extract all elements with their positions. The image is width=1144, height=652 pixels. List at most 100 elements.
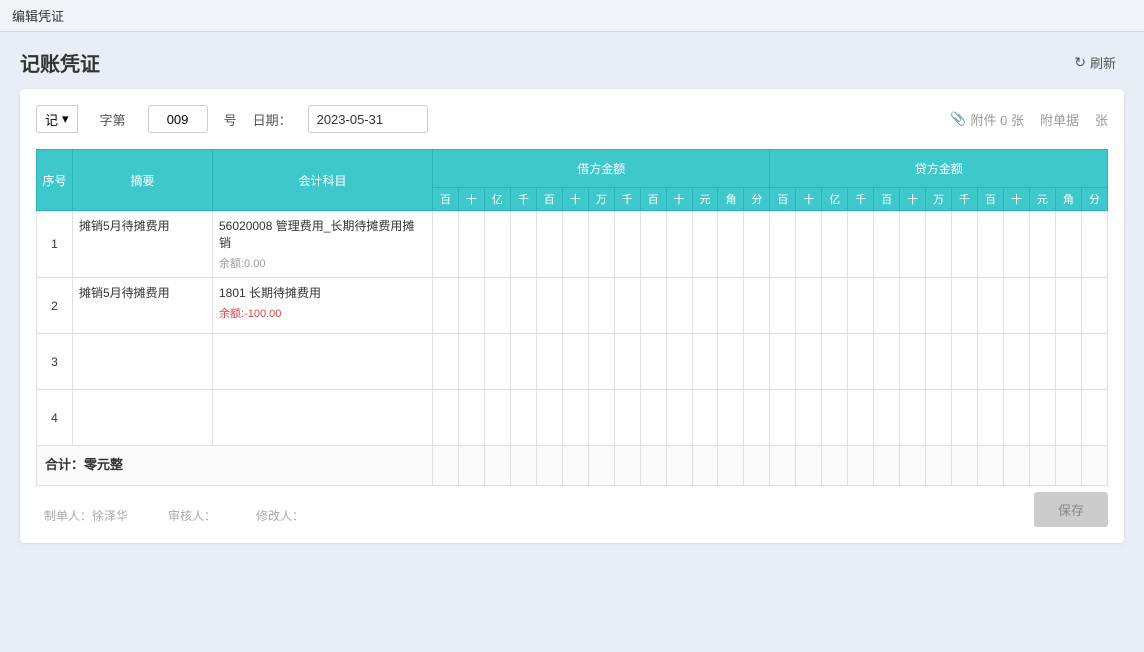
debit-digit-cell[interactable] xyxy=(458,390,484,446)
debit-digit-cell[interactable] xyxy=(562,334,588,390)
debit-digit-cell[interactable] xyxy=(666,390,692,446)
debit-digit-cell[interactable] xyxy=(458,334,484,390)
credit-digit-cell[interactable] xyxy=(874,390,900,446)
credit-digit-cell[interactable] xyxy=(848,334,874,390)
credit-digit-cell[interactable] xyxy=(952,278,978,334)
credit-digit-cell[interactable] xyxy=(770,334,796,390)
debit-digit-cell[interactable] xyxy=(692,278,718,334)
debit-digit-cell[interactable] xyxy=(484,278,510,334)
debit-digit-cell[interactable] xyxy=(562,278,588,334)
debit-digit-cell[interactable] xyxy=(536,390,562,446)
debit-digit-cell[interactable] xyxy=(744,334,770,390)
credit-digit-cell[interactable] xyxy=(796,390,822,446)
credit-digit-cell[interactable] xyxy=(900,334,926,390)
credit-digit-cell[interactable] xyxy=(848,390,874,446)
refresh-button[interactable]: ↻ 刷新 xyxy=(1066,49,1124,76)
debit-digit-cell[interactable] xyxy=(614,390,640,446)
debit-digit-cell[interactable] xyxy=(614,211,640,278)
debit-digit-cell[interactable] xyxy=(718,211,744,278)
debit-digit-cell[interactable] xyxy=(484,390,510,446)
debit-digit-cell[interactable] xyxy=(588,211,614,278)
debit-digit-cell[interactable] xyxy=(484,334,510,390)
credit-digit-cell[interactable] xyxy=(796,334,822,390)
credit-digit-cell[interactable] xyxy=(1055,278,1081,334)
debit-digit-cell[interactable] xyxy=(640,278,666,334)
debit-digit-cell[interactable] xyxy=(562,390,588,446)
credit-digit-cell[interactable] xyxy=(952,334,978,390)
debit-digit-cell[interactable] xyxy=(614,278,640,334)
debit-digit-cell[interactable] xyxy=(510,278,536,334)
credit-digit-cell[interactable] xyxy=(1055,390,1081,446)
voucher-number-input[interactable] xyxy=(148,105,208,133)
debit-digit-cell[interactable] xyxy=(458,211,484,278)
summary-cell[interactable]: 摊销5月待摊费用 xyxy=(73,278,213,334)
debit-digit-cell[interactable] xyxy=(692,390,718,446)
debit-digit-cell[interactable] xyxy=(458,278,484,334)
credit-digit-cell[interactable] xyxy=(848,211,874,278)
credit-digit-cell[interactable] xyxy=(1003,334,1029,390)
credit-digit-cell[interactable] xyxy=(822,211,848,278)
credit-digit-cell[interactable] xyxy=(978,334,1004,390)
debit-digit-cell[interactable] xyxy=(536,334,562,390)
debit-digit-cell[interactable] xyxy=(433,211,459,278)
credit-digit-cell[interactable] xyxy=(822,278,848,334)
debit-digit-cell[interactable] xyxy=(588,278,614,334)
debit-digit-cell[interactable] xyxy=(718,390,744,446)
credit-digit-cell[interactable] xyxy=(1055,211,1081,278)
credit-digit-cell[interactable] xyxy=(796,278,822,334)
debit-digit-cell[interactable] xyxy=(536,278,562,334)
credit-digit-cell[interactable] xyxy=(770,211,796,278)
account-cell[interactable] xyxy=(213,334,433,390)
credit-digit-cell[interactable] xyxy=(796,211,822,278)
debit-digit-cell[interactable] xyxy=(614,334,640,390)
credit-digit-cell[interactable] xyxy=(874,334,900,390)
credit-digit-cell[interactable] xyxy=(952,211,978,278)
credit-digit-cell[interactable] xyxy=(1029,334,1055,390)
debit-digit-cell[interactable] xyxy=(692,334,718,390)
credit-digit-cell[interactable] xyxy=(926,334,952,390)
credit-digit-cell[interactable] xyxy=(1055,334,1081,390)
debit-digit-cell[interactable] xyxy=(588,334,614,390)
credit-digit-cell[interactable] xyxy=(1081,278,1107,334)
debit-digit-cell[interactable] xyxy=(640,390,666,446)
debit-digit-cell[interactable] xyxy=(433,334,459,390)
summary-cell[interactable] xyxy=(73,390,213,446)
credit-digit-cell[interactable] xyxy=(822,390,848,446)
debit-digit-cell[interactable] xyxy=(718,278,744,334)
credit-digit-cell[interactable] xyxy=(848,278,874,334)
debit-digit-cell[interactable] xyxy=(744,211,770,278)
debit-digit-cell[interactable] xyxy=(562,211,588,278)
credit-digit-cell[interactable] xyxy=(900,211,926,278)
debit-digit-cell[interactable] xyxy=(640,334,666,390)
credit-digit-cell[interactable] xyxy=(900,278,926,334)
date-input[interactable] xyxy=(308,105,428,133)
debit-digit-cell[interactable] xyxy=(666,278,692,334)
debit-digit-cell[interactable] xyxy=(666,334,692,390)
credit-digit-cell[interactable] xyxy=(822,334,848,390)
credit-digit-cell[interactable] xyxy=(1029,390,1055,446)
credit-digit-cell[interactable] xyxy=(926,390,952,446)
credit-digit-cell[interactable] xyxy=(770,390,796,446)
account-cell[interactable] xyxy=(213,390,433,446)
debit-digit-cell[interactable] xyxy=(744,390,770,446)
credit-digit-cell[interactable] xyxy=(770,278,796,334)
credit-digit-cell[interactable] xyxy=(978,278,1004,334)
debit-digit-cell[interactable] xyxy=(510,390,536,446)
account-cell[interactable]: 56020008 管理费用_长期待摊费用摊销余额:0.00 xyxy=(213,211,433,278)
credit-digit-cell[interactable] xyxy=(1081,211,1107,278)
credit-digit-cell[interactable] xyxy=(926,211,952,278)
credit-digit-cell[interactable] xyxy=(874,278,900,334)
credit-digit-cell[interactable] xyxy=(978,390,1004,446)
credit-digit-cell[interactable] xyxy=(874,211,900,278)
credit-digit-cell[interactable] xyxy=(1081,390,1107,446)
summary-cell[interactable] xyxy=(73,334,213,390)
credit-digit-cell[interactable] xyxy=(926,278,952,334)
debit-digit-cell[interactable] xyxy=(744,278,770,334)
debit-digit-cell[interactable] xyxy=(433,278,459,334)
credit-digit-cell[interactable] xyxy=(900,390,926,446)
credit-digit-cell[interactable] xyxy=(1003,211,1029,278)
debit-digit-cell[interactable] xyxy=(640,211,666,278)
debit-digit-cell[interactable] xyxy=(536,211,562,278)
attach-link[interactable]: 📎 附件 0 张 xyxy=(950,110,1024,129)
credit-digit-cell[interactable] xyxy=(1003,390,1029,446)
